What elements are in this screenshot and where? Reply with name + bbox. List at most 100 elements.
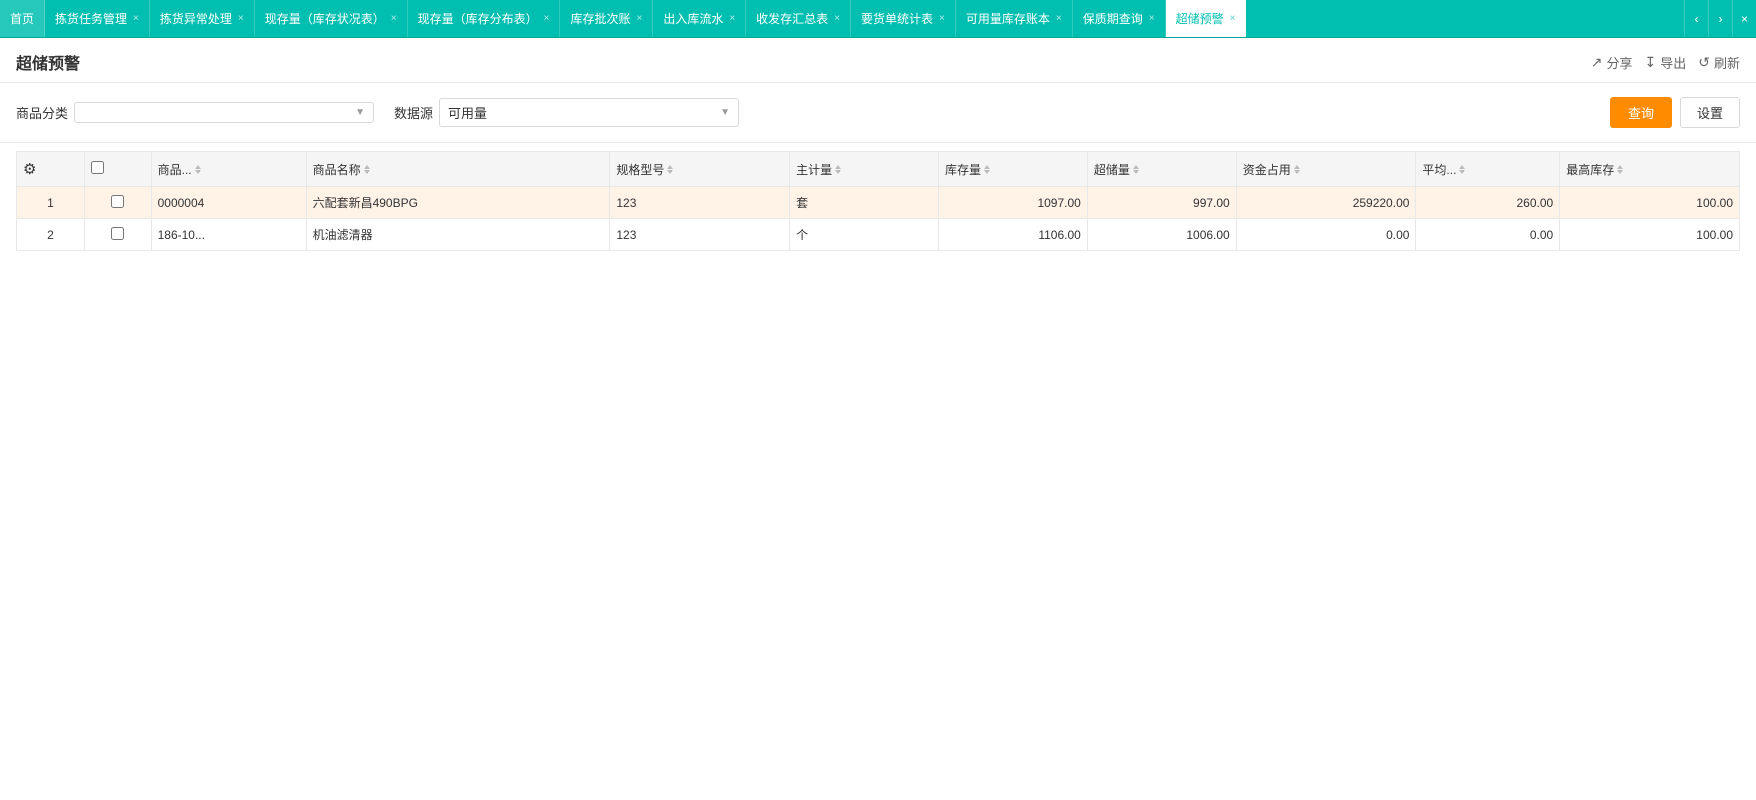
gear-icon[interactable]: ⚙ (23, 161, 36, 178)
col-header-spec[interactable]: 规格型号 (610, 152, 790, 187)
sort-icon-product_code (195, 165, 201, 174)
filter-area: 商品分类 ▼ 数据源 可用量 ▼ 查询 设置 (0, 83, 1756, 143)
share-label: 分享 (1606, 53, 1632, 72)
top-navigation: 首页拣货任务管理×拣货异常处理×现存量（库存状况表）×现存量（库存分布表）×库存… (0, 0, 1756, 38)
product-category-select[interactable]: ▼ (74, 102, 374, 123)
data-source-label: 数据源 (394, 103, 433, 122)
export-button[interactable]: ↧ 导出 (1645, 53, 1687, 72)
col-header-avg[interactable]: 平均... (1416, 152, 1560, 187)
setting-button[interactable]: 设置 (1680, 97, 1740, 128)
cell-value: 1106.00 (938, 219, 1087, 251)
cell-value: 259220.00 (1236, 187, 1416, 219)
col-header-max_stock[interactable]: 最高库存 (1560, 152, 1740, 187)
col-label-avg: 平均... (1422, 161, 1456, 178)
cell-value: 套 (790, 187, 939, 219)
nav-tab-close-inventory-dist[interactable]: × (544, 13, 550, 24)
col-label-product_code: 商品... (158, 161, 192, 178)
nav-tab-label-shelf-life: 保质期查询 (1083, 10, 1143, 27)
row-checkbox[interactable] (84, 219, 151, 251)
col-header-stock_qty[interactable]: 库存量 (938, 152, 1087, 187)
row-select-checkbox[interactable] (111, 227, 124, 240)
sort-icon-avg (1459, 165, 1465, 174)
share-button[interactable]: ↗ 分享 (1591, 53, 1633, 72)
nav-tab-label-order-stat: 要货单统计表 (861, 10, 933, 27)
query-button[interactable]: 查询 (1610, 97, 1672, 128)
nav-tab-close-inventory-status[interactable]: × (391, 13, 397, 24)
nav-tab-overstock-alert[interactable]: 超储预警 × (1166, 0, 1247, 38)
data-source-filter: 数据源 可用量 ▼ (394, 98, 739, 127)
nav-tab-close-overstock-alert[interactable]: × (1230, 13, 1236, 24)
col-label-capital_occupied: 资金占用 (1243, 161, 1291, 178)
nav-tab-label-cargo-task: 拣货任务管理 (55, 10, 127, 27)
nav-tab-inventory-batch[interactable]: 库存批次账 × (560, 0, 653, 38)
cell-value: 0.00 (1416, 219, 1560, 251)
cell-value: 186-10... (151, 219, 306, 251)
data-table: ⚙ 商品... 商品名称规格型号 主计量库存量超储量 资金占用 平均... 最高库存 100… (16, 151, 1740, 251)
col-header-unit[interactable]: 主计量 (790, 152, 939, 187)
cell-value: 123 (610, 187, 790, 219)
col-header-gear: ⚙ (17, 152, 85, 187)
sort-icon-product_name (364, 165, 370, 174)
page-content: 超储预警 ↗ 分享 ↧ 导出 ↺ 刷新 商品分类 ▼ 数据源 (0, 38, 1756, 800)
header-actions: ↗ 分享 ↧ 导出 ↺ 刷新 (1591, 53, 1740, 72)
nav-next-arrow[interactable]: › (1708, 0, 1732, 38)
select-all-checkbox[interactable] (91, 161, 104, 174)
nav-tab-close-cargo-abnormal[interactable]: × (238, 13, 244, 24)
cell-value: 机油滤清器 (306, 219, 610, 251)
nav-tab-label-inventory-batch: 库存批次账 (570, 10, 630, 27)
col-label-max_stock: 最高库存 (1566, 161, 1614, 178)
col-header-overstock_qty[interactable]: 超储量 (1087, 152, 1236, 187)
refresh-button[interactable]: ↺ 刷新 (1698, 53, 1740, 72)
col-header-checkbox (84, 152, 151, 187)
export-icon: ↧ (1645, 54, 1657, 71)
nav-tab-close-available-account[interactable]: × (1056, 13, 1062, 24)
nav-tab-close-cargo-task[interactable]: × (133, 13, 139, 24)
nav-tab-collect-summary[interactable]: 收发存汇总表 × (746, 0, 851, 38)
filter-actions: 查询 设置 (1610, 97, 1740, 128)
row-checkbox[interactable] (84, 187, 151, 219)
page-header: 超储预警 ↗ 分享 ↧ 导出 ↺ 刷新 (0, 38, 1756, 83)
nav-tab-inventory-dist[interactable]: 现存量（库存分布表）× (408, 0, 561, 38)
cell-value: 六配套新昌490BPG (306, 187, 610, 219)
col-header-product_name[interactable]: 商品名称 (306, 152, 610, 187)
sort-icon-overstock_qty (1133, 165, 1139, 174)
col-header-product_code[interactable]: 商品... (151, 152, 306, 187)
row-select-checkbox[interactable] (111, 195, 124, 208)
nav-tab-close-collect-summary[interactable]: × (834, 13, 840, 24)
data-source-select[interactable]: 可用量 ▼ (439, 98, 739, 127)
cell-value: 个 (790, 219, 939, 251)
nav-tab-order-stat[interactable]: 要货单统计表 × (851, 0, 956, 38)
col-header-capital_occupied[interactable]: 资金占用 (1236, 152, 1416, 187)
nav-tab-home[interactable]: 首页 (0, 0, 45, 38)
cell-value: 1006.00 (1087, 219, 1236, 251)
nav-tab-close-shelf-life[interactable]: × (1149, 13, 1155, 24)
sort-icon-unit (835, 165, 841, 174)
nav-tab-inout-flow[interactable]: 出入库流水× (653, 0, 746, 38)
nav-close-arrow[interactable]: × (1732, 0, 1756, 38)
sort-icon-capital_occupied (1294, 165, 1300, 174)
nav-tab-cargo-task[interactable]: 拣货任务管理 × (45, 0, 150, 38)
nav-tab-inventory-status[interactable]: 现存量（库存状况表）× (255, 0, 408, 38)
nav-tab-close-inout-flow[interactable]: × (729, 13, 735, 24)
nav-tab-available-account[interactable]: 可用量库存账本 × (956, 0, 1073, 38)
nav-tab-close-inventory-batch[interactable]: × (636, 13, 642, 24)
nav-prev-arrow[interactable]: ‹ (1684, 0, 1708, 38)
nav-tab-label-collect-summary: 收发存汇总表 (756, 10, 828, 27)
nav-tab-label-available-account: 可用量库存账本 (966, 10, 1050, 27)
data-source-chevron: ▼ (720, 107, 730, 118)
sort-icon-stock_qty (984, 165, 990, 174)
cell-value: 0000004 (151, 187, 306, 219)
row-num: 2 (17, 219, 85, 251)
cell-value: 260.00 (1416, 187, 1560, 219)
col-label-spec: 规格型号 (616, 161, 664, 178)
table-row: 2186-10...机油滤清器123个1106.001006.000.000.0… (17, 219, 1740, 251)
nav-tab-label-overstock-alert: 超储预警 (1176, 10, 1224, 27)
export-label: 导出 (1660, 53, 1686, 72)
nav-tab-shelf-life[interactable]: 保质期查询 × (1073, 0, 1166, 38)
nav-tab-close-order-stat[interactable]: × (939, 13, 945, 24)
cell-value: 123 (610, 219, 790, 251)
cell-value: 997.00 (1087, 187, 1236, 219)
table-area: ⚙ 商品... 商品名称规格型号 主计量库存量超储量 资金占用 平均... 最高库存 100… (0, 151, 1756, 251)
nav-tab-cargo-abnormal[interactable]: 拣货异常处理× (150, 0, 255, 38)
col-label-overstock_qty: 超储量 (1094, 161, 1130, 178)
